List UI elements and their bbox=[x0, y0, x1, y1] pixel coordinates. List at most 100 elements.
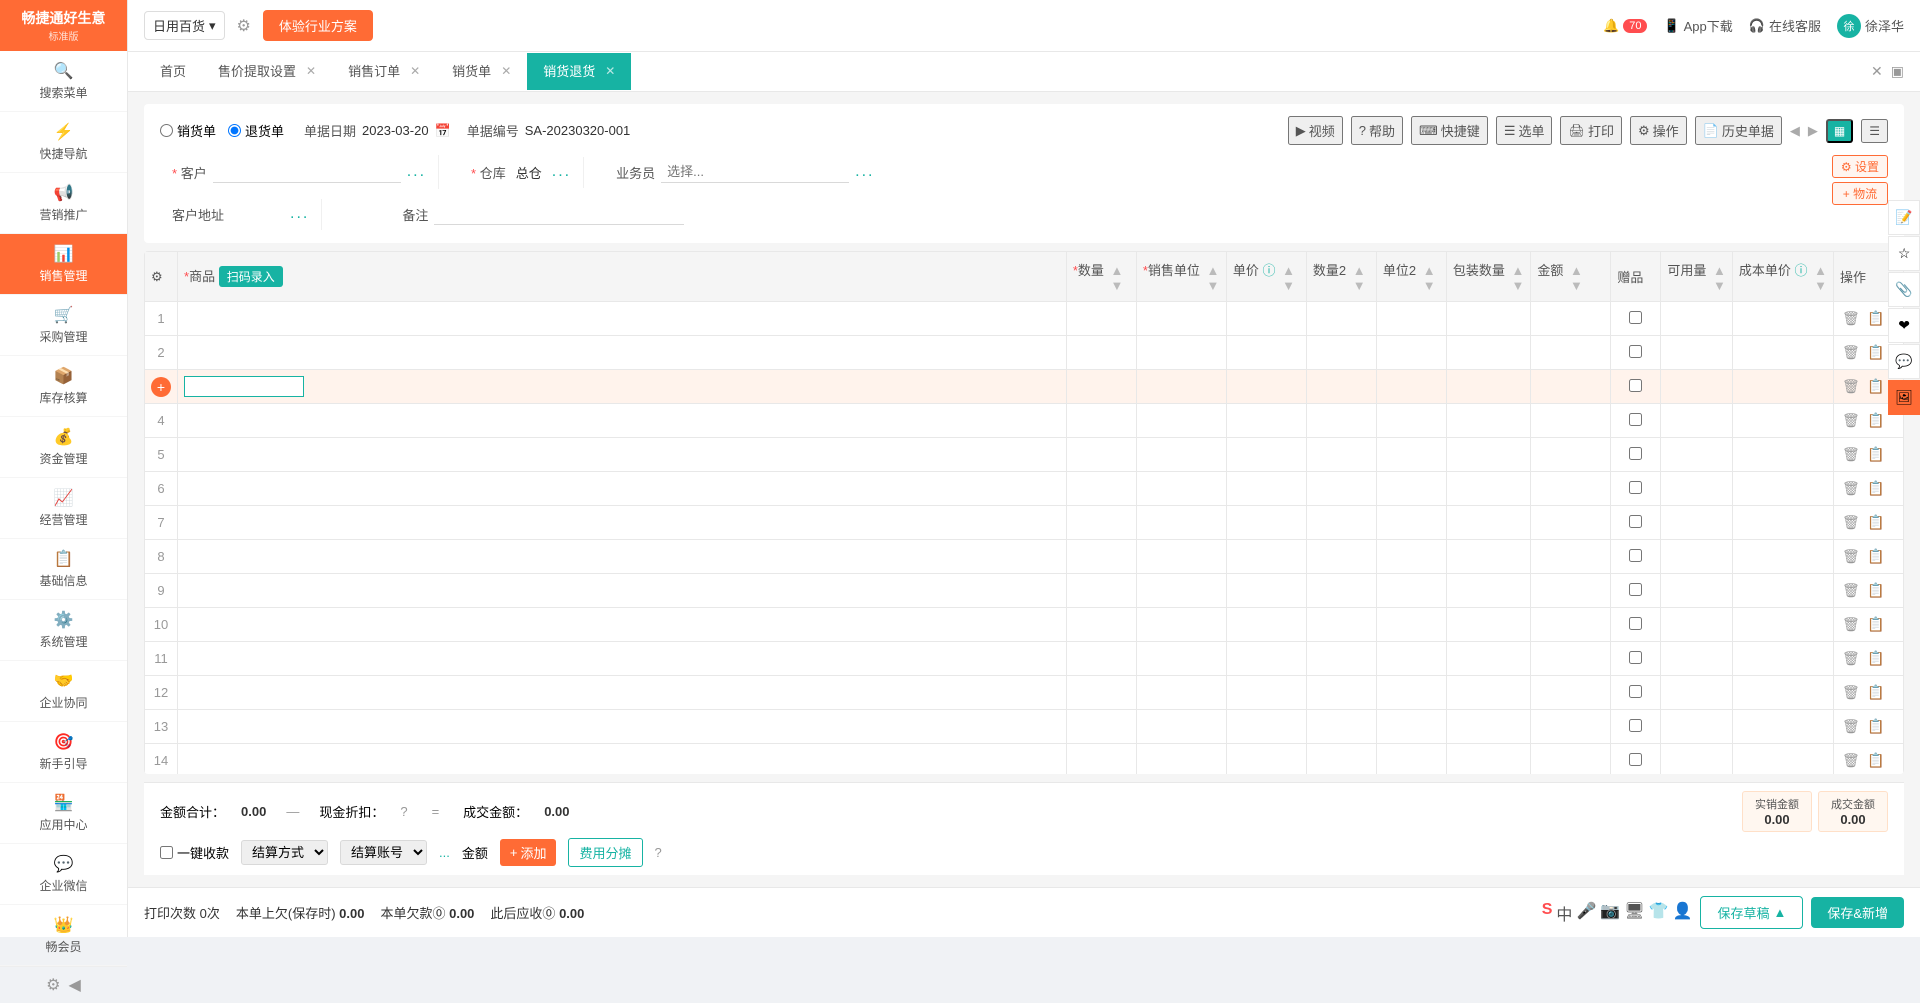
cell-avail-4[interactable] bbox=[1661, 404, 1733, 438]
cell-unit-3[interactable] bbox=[1136, 370, 1226, 404]
tab-sales-close[interactable]: ✕ bbox=[501, 64, 511, 78]
cell-qty2-14[interactable] bbox=[1306, 744, 1376, 775]
gift-checkbox-10[interactable] bbox=[1629, 617, 1642, 630]
category-select[interactable]: 日用百货 ▾ bbox=[144, 11, 225, 40]
cell-amount-9[interactable] bbox=[1531, 574, 1611, 608]
cell-gift-11[interactable] bbox=[1611, 642, 1661, 676]
cell-pack-11[interactable] bbox=[1446, 642, 1531, 676]
settlement-select[interactable]: 结算方式 bbox=[241, 840, 328, 865]
tab-home[interactable]: 首页 bbox=[144, 53, 202, 90]
cell-amount-10[interactable] bbox=[1531, 608, 1611, 642]
cell-qty-14[interactable] bbox=[1066, 744, 1136, 775]
cell-qty2-11[interactable] bbox=[1306, 642, 1376, 676]
cell-qty-5[interactable] bbox=[1066, 438, 1136, 472]
cell-gift-7[interactable] bbox=[1611, 506, 1661, 540]
help-btn[interactable]: ? 帮助 bbox=[1351, 116, 1403, 145]
cell-avail-14[interactable] bbox=[1661, 744, 1733, 775]
gift-checkbox-3[interactable] bbox=[1629, 379, 1642, 392]
cell-product-14[interactable] bbox=[178, 744, 1067, 775]
add-row-btn[interactable]: + bbox=[151, 377, 171, 397]
cell-pack-13[interactable] bbox=[1446, 710, 1531, 744]
cell-avail-12[interactable] bbox=[1661, 676, 1733, 710]
cell-gift-5[interactable] bbox=[1611, 438, 1661, 472]
float-image-icon[interactable]: 🖼 bbox=[1888, 380, 1920, 415]
cell-unit2-10[interactable] bbox=[1376, 608, 1446, 642]
online-service-item[interactable]: 🎧 在线客服 bbox=[1749, 16, 1821, 35]
cell-cost-2[interactable] bbox=[1732, 336, 1833, 370]
layout-grid-btn[interactable]: ▦ bbox=[1826, 119, 1853, 143]
cell-unit-9[interactable] bbox=[1136, 574, 1226, 608]
radio-sales-input[interactable] bbox=[160, 124, 173, 137]
cell-qty2-5[interactable] bbox=[1306, 438, 1376, 472]
cell-qty2-10[interactable] bbox=[1306, 608, 1376, 642]
copy-row-1[interactable]: 📋 bbox=[1865, 308, 1886, 329]
sidebar-item-basic[interactable]: 📋 基础信息 bbox=[0, 539, 127, 600]
delete-row-7[interactable]: 🗑 bbox=[1840, 512, 1862, 533]
fee-help-icon[interactable]: ? bbox=[655, 845, 662, 860]
tab-price-extract-close[interactable]: ✕ bbox=[306, 64, 316, 78]
copy-row-4[interactable]: 📋 bbox=[1865, 410, 1886, 431]
remarks-input[interactable] bbox=[434, 203, 684, 225]
tab-sales-order-close[interactable]: ✕ bbox=[410, 64, 420, 78]
cell-avail-5[interactable] bbox=[1661, 438, 1733, 472]
shortcut-key-btn[interactable]: ⌨ 快捷键 bbox=[1411, 116, 1488, 145]
sidebar-item-sales[interactable]: 📊 销售管理 bbox=[0, 234, 127, 295]
settings-bottom-icon[interactable]: ⚙ bbox=[46, 975, 60, 995]
cell-amount-12[interactable] bbox=[1531, 676, 1611, 710]
cell-unit2-6[interactable] bbox=[1376, 472, 1446, 506]
copy-row-12[interactable]: 📋 bbox=[1865, 682, 1886, 703]
cell-product-1[interactable] bbox=[178, 302, 1067, 336]
one-key-payment[interactable]: 一键收款 bbox=[160, 843, 229, 862]
cell-qty2-4[interactable] bbox=[1306, 404, 1376, 438]
cell-product-5[interactable] bbox=[178, 438, 1067, 472]
cell-unit-2[interactable] bbox=[1136, 336, 1226, 370]
cell-unit-13[interactable] bbox=[1136, 710, 1226, 744]
cell-unit2-13[interactable] bbox=[1376, 710, 1446, 744]
cell-gift-10[interactable] bbox=[1611, 608, 1661, 642]
cell-unit-12[interactable] bbox=[1136, 676, 1226, 710]
cell-unit-7[interactable] bbox=[1136, 506, 1226, 540]
sidebar-item-operations[interactable]: 📈 经营管理 bbox=[0, 478, 127, 539]
cell-cost-8[interactable] bbox=[1732, 540, 1833, 574]
layout-list-btn[interactable]: ☰ bbox=[1861, 119, 1888, 143]
cell-price-2[interactable] bbox=[1226, 336, 1306, 370]
cell-pack-8[interactable] bbox=[1446, 540, 1531, 574]
cell-qty-2[interactable] bbox=[1066, 336, 1136, 370]
sidebar-item-wechat[interactable]: 💬 企业微信 bbox=[0, 844, 127, 905]
sidebar-item-appstore[interactable]: 🏪 应用中心 bbox=[0, 783, 127, 844]
operation-btn[interactable]: ⚙ 操作 bbox=[1630, 116, 1687, 145]
warehouse-dots[interactable]: ... bbox=[552, 163, 571, 181]
one-key-checkbox[interactable] bbox=[160, 846, 173, 859]
copy-row-11[interactable]: 📋 bbox=[1865, 648, 1886, 669]
tool-cam-icon[interactable]: 📷 bbox=[1600, 901, 1620, 925]
collapse-icon[interactable]: ◀ bbox=[69, 975, 81, 995]
sidebar-item-enterprise[interactable]: 🤝 企业协同 bbox=[0, 661, 127, 722]
delete-row-14[interactable]: 🗑 bbox=[1840, 750, 1862, 771]
cell-unit2-8[interactable] bbox=[1376, 540, 1446, 574]
add-payment-btn[interactable]: + 添加 bbox=[500, 839, 557, 866]
cell-amount-13[interactable] bbox=[1531, 710, 1611, 744]
cell-price-3[interactable] bbox=[1226, 370, 1306, 404]
cell-product-11[interactable] bbox=[178, 642, 1067, 676]
video-btn[interactable]: ▶ 视频 bbox=[1288, 116, 1343, 145]
copy-row-9[interactable]: 📋 bbox=[1865, 580, 1886, 601]
cell-cost-3[interactable] bbox=[1732, 370, 1833, 404]
cell-unit-8[interactable] bbox=[1136, 540, 1226, 574]
gift-checkbox-11[interactable] bbox=[1629, 651, 1642, 664]
tool-mic-icon[interactable]: 🎤 bbox=[1576, 901, 1596, 925]
sidebar-item-finance[interactable]: 💰 资金管理 bbox=[0, 417, 127, 478]
cell-pack-14[interactable] bbox=[1446, 744, 1531, 775]
cell-price-4[interactable] bbox=[1226, 404, 1306, 438]
sidebar-item-inventory[interactable]: 📦 库存核算 bbox=[0, 356, 127, 417]
salesperson-dots[interactable]: ... bbox=[855, 163, 874, 181]
cell-product-10[interactable] bbox=[178, 608, 1067, 642]
gift-checkbox-6[interactable] bbox=[1629, 481, 1642, 494]
delete-row-2[interactable]: 🗑 bbox=[1840, 342, 1862, 363]
cell-cost-9[interactable] bbox=[1732, 574, 1833, 608]
cell-unit-4[interactable] bbox=[1136, 404, 1226, 438]
cell-amount-3[interactable] bbox=[1531, 370, 1611, 404]
cell-avail-3[interactable] bbox=[1661, 370, 1733, 404]
tab-sales-order[interactable]: 销售订单 ✕ bbox=[332, 53, 436, 90]
sidebar-item-marketing[interactable]: 📢 营销推广 bbox=[0, 173, 127, 234]
cell-avail-9[interactable] bbox=[1661, 574, 1733, 608]
